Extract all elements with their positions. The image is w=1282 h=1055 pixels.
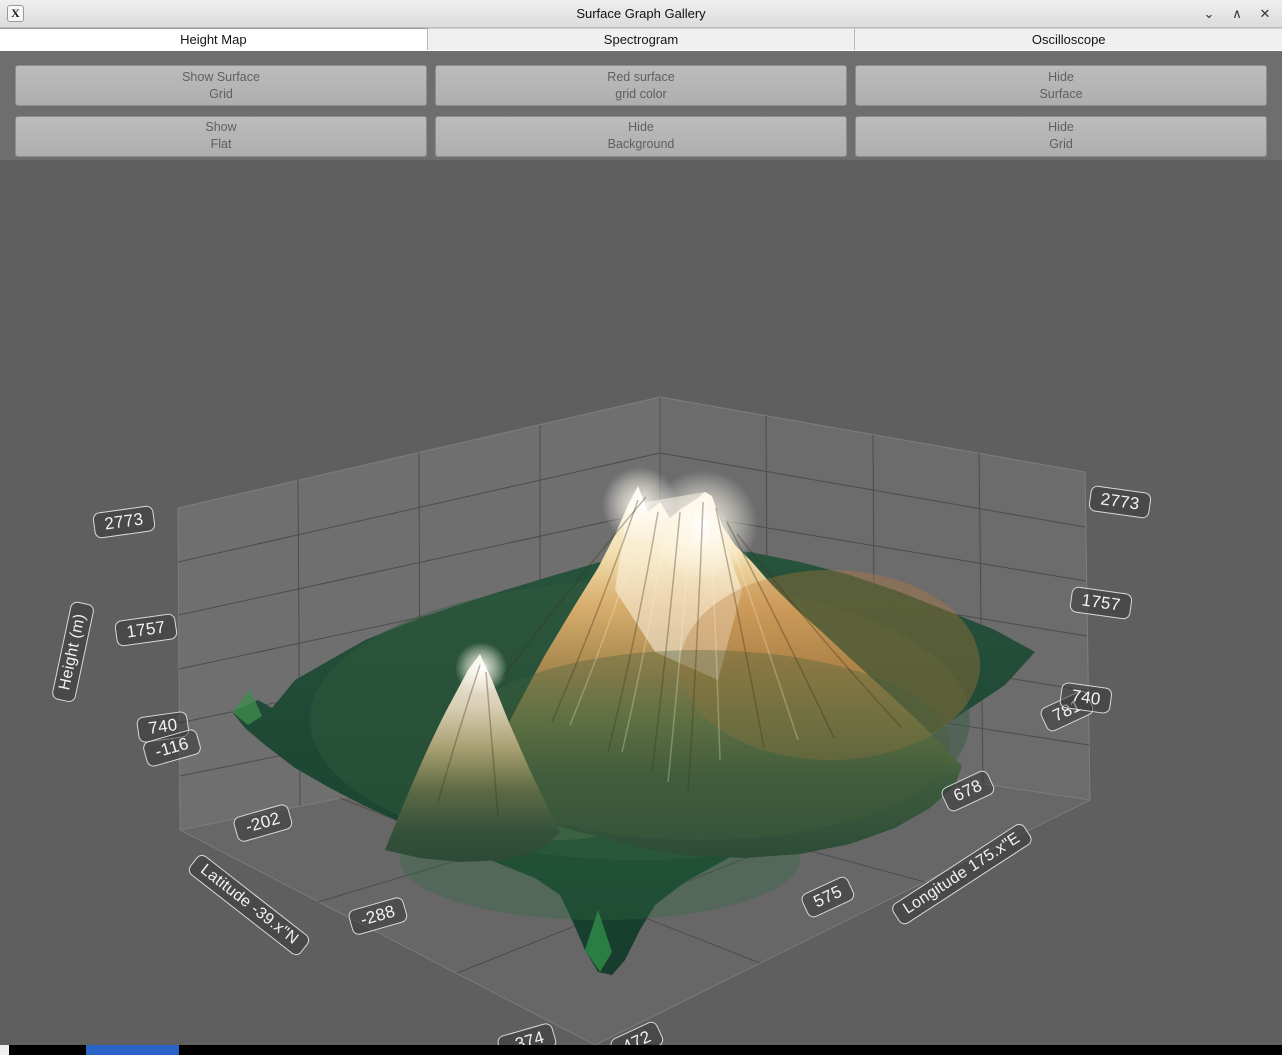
button-label: Show Surface (182, 69, 260, 86)
button-label: Hide (1048, 119, 1074, 136)
button-label: Surface (1039, 86, 1082, 103)
shade-button[interactable]: ⌄ (1200, 5, 1218, 23)
button-label: Red surface (607, 69, 674, 86)
window-controls: ⌄ ∧ ✕ (1200, 0, 1274, 28)
button-label: Grid (209, 86, 233, 103)
window-title: Surface Graph Gallery (0, 0, 1282, 28)
app-window: X Surface Graph Gallery ⌄ ∧ ✕ Height Map… (0, 0, 1282, 1055)
button-label: Show (205, 119, 236, 136)
maximize-button[interactable]: ∧ (1228, 5, 1246, 23)
tab-label: Spectrogram (604, 32, 678, 47)
tab-spectrogram[interactable]: Spectrogram (428, 28, 856, 50)
button-label: Hide (628, 119, 654, 136)
taskbar-item[interactable] (86, 1045, 179, 1055)
tab-label: Oscilloscope (1032, 32, 1106, 47)
show-flat-button[interactable]: Show Flat (15, 116, 427, 157)
show-surface-grid-button[interactable]: Show Surface Grid (15, 65, 427, 106)
button-label: Hide (1048, 69, 1074, 86)
button-label: grid color (615, 86, 666, 103)
tab-label: Height Map (180, 32, 246, 47)
close-button[interactable]: ✕ (1256, 5, 1274, 23)
close-icon: ✕ (1260, 6, 1271, 21)
hide-background-button[interactable]: Hide Background (435, 116, 847, 157)
hide-grid-button[interactable]: Hide Grid (855, 116, 1267, 157)
surface-plot-area[interactable]: 2773 1757 Height (m) 740 -116 -202 -288 … (0, 160, 1282, 1045)
button-label: Flat (211, 136, 232, 153)
taskbar-edge (0, 1045, 9, 1055)
chevron-down-icon: ⌄ (1204, 6, 1215, 21)
button-label: Background (608, 136, 675, 153)
window-titlebar[interactable]: X Surface Graph Gallery ⌄ ∧ ✕ (0, 0, 1282, 28)
red-surface-grid-color-button[interactable]: Red surface grid color (435, 65, 847, 106)
button-label: Grid (1049, 136, 1073, 153)
toolbar: Show Surface Grid Red surface grid color… (0, 51, 1282, 160)
chevron-up-icon: ∧ (1232, 6, 1242, 21)
taskbar (0, 1045, 1282, 1055)
tab-height-map[interactable]: Height Map (0, 28, 428, 50)
hide-surface-button[interactable]: Hide Surface (855, 65, 1267, 106)
tab-oscilloscope[interactable]: Oscilloscope (855, 28, 1282, 50)
tab-bar: Height Map Spectrogram Oscilloscope (0, 28, 1282, 51)
